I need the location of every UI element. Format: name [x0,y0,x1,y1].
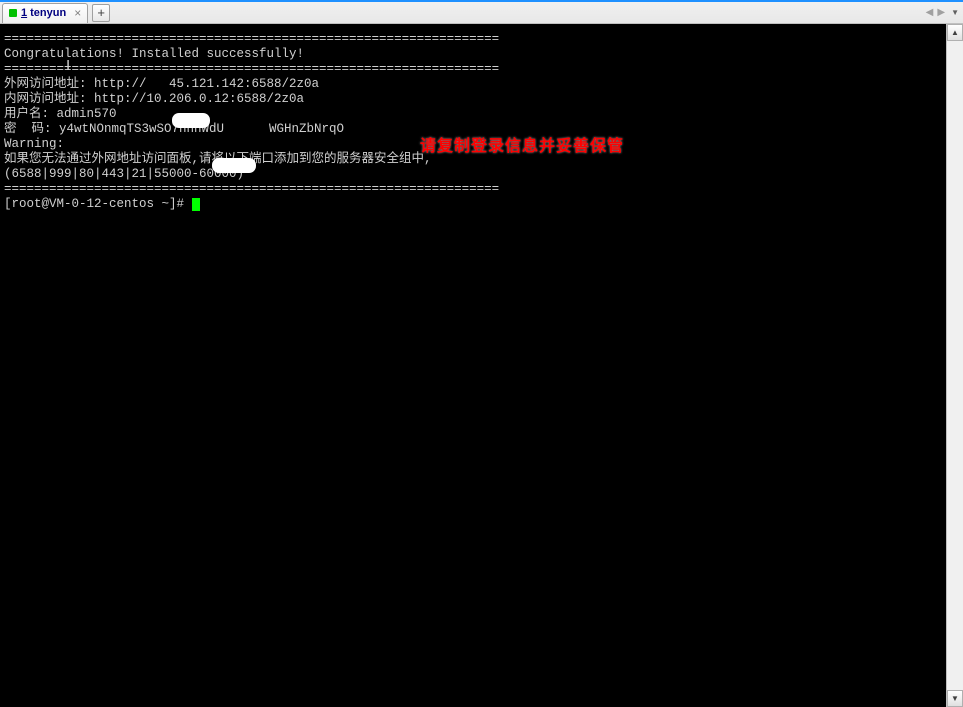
divider-line: ========================================… [4,32,499,46]
ports-line: (6588|999|80|443|21|55000-60000) [4,167,244,181]
tab-label: tenyun [30,7,66,19]
close-tab-icon[interactable]: × [74,7,81,19]
terminal-container: ========================================… [0,24,963,707]
tab-bar: 1 tenyun × + ◀ ▶ ▼ [0,2,963,24]
internal-url-line: 内网访问地址: http://10.206.0.12:6588/2z0a [4,92,304,106]
scroll-down-button[interactable]: ▼ [947,690,963,707]
tab-nav-right-icon[interactable]: ▶ [937,7,945,18]
terminal-output[interactable]: ========================================… [0,24,946,707]
password-line: 密 码: y4wtNOnmqTS3wSO7nhhWdU WGHnZbNrqO [4,122,344,136]
warning-text: 如果您无法通过外网地址访问面板,请将以下端口添加到您的服务器安全组中, [4,152,432,166]
tab-number: 1 [21,7,27,19]
connection-status-icon [9,9,17,17]
shell-prompt: [root@VM-0-12-centos ~]# [4,197,192,211]
divider-line: ========================================… [4,62,499,76]
session-tab[interactable]: 1 tenyun × [2,3,88,23]
username-line: 用户名: admin570 [4,107,117,121]
terminal-cursor [192,198,200,211]
tab-dropdown-icon[interactable]: ▼ [951,8,959,17]
external-url-line: 外网访问地址: http:// 45.121.142:6588/2z0a [4,77,319,91]
tab-bar-controls: ◀ ▶ ▼ [926,7,959,18]
congrats-line: Congratulations! Installed successfully! [4,47,304,61]
warning-label: Warning: [4,137,64,151]
tab-nav-left-icon[interactable]: ◀ [926,7,934,18]
divider-line: ========================================… [4,182,499,196]
add-tab-button[interactable]: + [92,4,110,22]
scrollbar[interactable]: ▲ ▼ [946,24,963,707]
scroll-up-button[interactable]: ▲ [947,24,963,41]
